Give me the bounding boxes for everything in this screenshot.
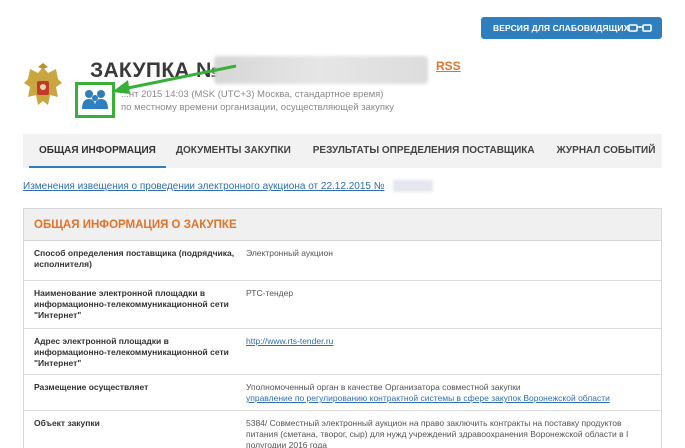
table-row: Наименование электронной площадки в инфо… (24, 281, 661, 329)
redacted-number (214, 56, 428, 84)
rss-link[interactable]: RSS (436, 59, 461, 73)
row-value: 5384/ Совместный электронный аукцион на … (246, 418, 629, 448)
joint-purchase-highlight[interactable] (75, 82, 115, 118)
page: ВЕРСИЯ ДЛЯ СЛАБОВИДЯЩИХ ЗАКУПКА № RSS ..… (0, 0, 685, 448)
people-icon (82, 90, 108, 109)
redacted-notice-number (393, 180, 433, 192)
table-row: Способ определения поставщика (подрядчик… (24, 241, 661, 281)
row-value: Электронный аукцион (246, 248, 333, 258)
low-vision-button[interactable]: ВЕРСИЯ ДЛЯ СЛАБОВИДЯЩИХ (481, 17, 662, 39)
row-value: РТС-тендер (246, 288, 294, 298)
tab-documents[interactable]: ДОКУМЕНТЫ ЗАКУПКИ (166, 134, 301, 168)
coat-of-arms-icon (24, 63, 62, 105)
tab-results[interactable]: РЕЗУЛЬТАТЫ ОПРЕДЕЛЕНИЯ ПОСТАВЩИКА (303, 134, 545, 168)
general-info-panel: ОБЩАЯ ИНФОРМАЦИЯ О ЗАКУПКЕ Способ опреде… (23, 208, 662, 448)
table-row: Объект закупки 5384/ Совместный электрон… (24, 411, 661, 448)
table-row: Адрес электронной площадки в информацион… (24, 329, 661, 375)
row-label: Наименование электронной площадки в инфо… (34, 288, 229, 320)
organizer-link[interactable]: управление по регулированию контрактной … (246, 393, 610, 403)
tab-general-info[interactable]: ОБЩАЯ ИНФОРМАЦИЯ (29, 134, 166, 168)
panel-title: ОБЩАЯ ИНФОРМАЦИЯ О ЗАКУПКЕ (24, 209, 661, 241)
highlight-arrow (112, 64, 237, 94)
table-row: Размещение осуществляет Уполномоченный о… (24, 375, 661, 411)
row-label: Адрес электронной площадки в информацион… (34, 336, 229, 368)
platform-url-link[interactable]: http://www.rts-tender.ru (246, 336, 333, 346)
low-vision-label: ВЕРСИЯ ДЛЯ СЛАБОВИДЯЩИХ (493, 23, 630, 33)
publication-note: по местному времени организации, осущест… (121, 102, 395, 113)
row-value: Уполномоченный орган в качестве Организа… (246, 382, 521, 392)
notice-change-link[interactable]: Изменения извещения о проведении электро… (23, 181, 384, 192)
tab-bar: ОБЩАЯ ИНФОРМАЦИЯ ДОКУМЕНТЫ ЗАКУПКИ РЕЗУЛ… (23, 134, 662, 168)
glasses-icon (628, 24, 652, 32)
tab-event-log[interactable]: ЖУРНАЛ СОБЫТИЙ (547, 134, 666, 168)
row-label: Способ определения поставщика (подрядчик… (34, 248, 235, 269)
row-label: Размещение осуществляет (34, 382, 149, 392)
row-label: Объект закупки (34, 418, 100, 428)
